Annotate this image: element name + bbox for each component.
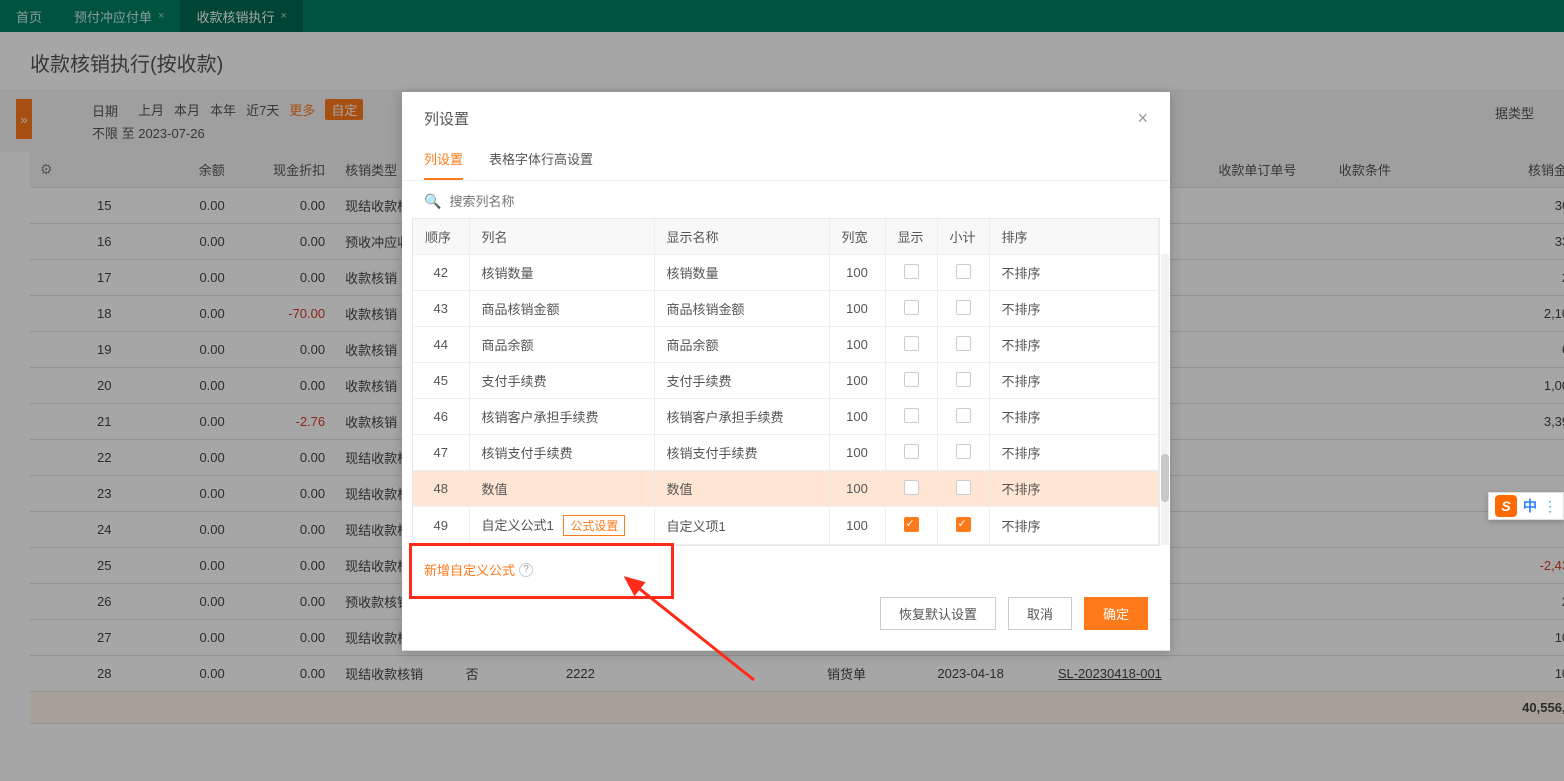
- formula-settings-button[interactable]: 公式设置: [563, 515, 625, 536]
- ok-button[interactable]: 确定: [1084, 597, 1148, 630]
- subtotal-checkbox[interactable]: [956, 336, 971, 351]
- modal-grid-row[interactable]: 48数值数值100不排序: [413, 471, 1159, 507]
- modal-grid-row[interactable]: 42核销数量核销数量100不排序: [413, 255, 1159, 291]
- modal-grid-row[interactable]: 47核销支付手续费核销支付手续费100不排序: [413, 435, 1159, 471]
- show-checkbox[interactable]: [904, 444, 919, 459]
- ime-more-icon[interactable]: ⋮: [1543, 498, 1557, 515]
- subtotal-checkbox[interactable]: [956, 444, 971, 459]
- modal-grid-row[interactable]: 44商品余额商品余额100不排序: [413, 327, 1159, 363]
- modal-grid-row[interactable]: 45支付手续费支付手续费100不排序: [413, 363, 1159, 399]
- modal-grid-header: 顺序 列名 显示名称 列宽 显示 小计 排序: [413, 219, 1159, 255]
- subtotal-checkbox[interactable]: [956, 480, 971, 495]
- help-icon[interactable]: ?: [519, 563, 533, 577]
- show-checkbox[interactable]: [904, 336, 919, 351]
- sogou-icon: S: [1495, 495, 1517, 517]
- modal-scrollbar[interactable]: [1161, 254, 1169, 545]
- ime-lang: 中: [1523, 496, 1537, 516]
- show-checkbox[interactable]: [904, 264, 919, 279]
- show-checkbox[interactable]: [904, 408, 919, 423]
- subtotal-checkbox[interactable]: [956, 408, 971, 423]
- show-checkbox[interactable]: [904, 372, 919, 387]
- modal-grid-row[interactable]: 49自定义公式1 公式设置自定义项1100不排序: [413, 507, 1159, 545]
- subtotal-checkbox[interactable]: [956, 300, 971, 315]
- search-icon: 🔍: [424, 193, 441, 210]
- ime-indicator[interactable]: S 中 ⋮: [1488, 492, 1564, 520]
- search-input[interactable]: [449, 194, 1148, 209]
- subtotal-checkbox[interactable]: [956, 517, 971, 532]
- column-settings-modal: 列设置 × 列设置 表格字体行高设置 🔍 顺序 列名 显示名称 列宽: [402, 92, 1170, 651]
- modal-grid: 顺序 列名 显示名称 列宽 显示 小计 排序 42核销数量核销数量100不排序4…: [412, 218, 1160, 546]
- subtotal-checkbox[interactable]: [956, 264, 971, 279]
- add-custom-formula-link[interactable]: 新增自定义公式 ?: [402, 546, 555, 583]
- modal-tabs: 列设置 表格字体行高设置: [402, 139, 1170, 181]
- show-checkbox[interactable]: [904, 300, 919, 315]
- modal-grid-row[interactable]: 43商品核销金额商品核销金额100不排序: [413, 291, 1159, 327]
- modal-title: 列设置: [424, 108, 469, 129]
- show-checkbox[interactable]: [904, 480, 919, 495]
- modal-tab-columns[interactable]: 列设置: [424, 149, 463, 180]
- reset-defaults-button[interactable]: 恢复默认设置: [880, 597, 996, 630]
- close-icon[interactable]: ×: [1137, 108, 1148, 129]
- cancel-button[interactable]: 取消: [1008, 597, 1072, 630]
- subtotal-checkbox[interactable]: [956, 372, 971, 387]
- modal-scroll-thumb[interactable]: [1161, 454, 1169, 502]
- modal-grid-row[interactable]: 46核销客户承担手续费核销客户承担手续费100不排序: [413, 399, 1159, 435]
- show-checkbox[interactable]: [904, 517, 919, 532]
- modal-tab-rowheight[interactable]: 表格字体行高设置: [489, 149, 593, 180]
